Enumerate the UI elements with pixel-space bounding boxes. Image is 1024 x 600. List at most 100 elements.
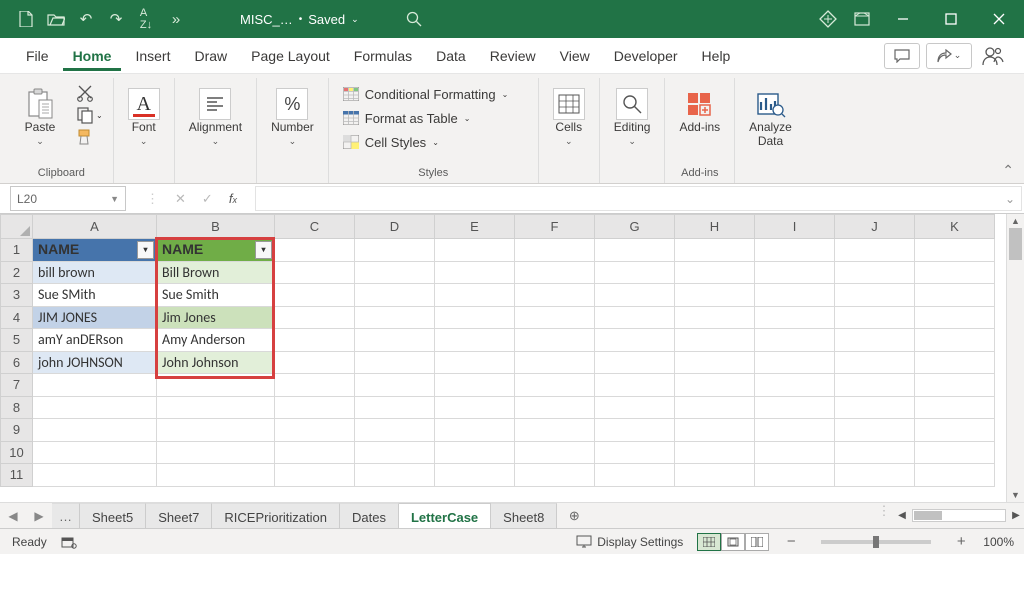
tab-review[interactable]: Review: [480, 41, 546, 71]
number-button[interactable]: % Number ⌄: [267, 84, 318, 151]
col-header-i[interactable]: I: [755, 215, 835, 239]
collapse-ribbon-icon[interactable]: ⌃: [1002, 162, 1014, 179]
cell-b3[interactable]: Sue Smith: [157, 284, 275, 307]
sheet-nav-next[interactable]: ▶: [26, 503, 52, 528]
scrollbar-thumb[interactable]: [1009, 228, 1022, 260]
cell-a2[interactable]: bill brown: [33, 261, 157, 284]
maximize-button[interactable]: [930, 3, 972, 35]
cell-a5[interactable]: amY anDERson: [33, 329, 157, 352]
row-header-3[interactable]: 3: [1, 284, 33, 307]
cell-b5[interactable]: Amy Anderson: [157, 329, 275, 352]
alignment-button[interactable]: Alignment ⌄: [185, 84, 246, 151]
horizontal-scrollbar[interactable]: [912, 509, 1006, 522]
new-file-icon[interactable]: [12, 5, 40, 33]
filter-dropdown-icon[interactable]: ▾: [255, 241, 272, 259]
col-header-b[interactable]: B: [157, 215, 275, 239]
row-header-2[interactable]: 2: [1, 261, 33, 284]
col-header-a[interactable]: A: [33, 215, 157, 239]
paste-button[interactable]: Paste ⌄: [20, 84, 60, 151]
cell-styles-button[interactable]: Cell Styles ⌄: [339, 132, 513, 152]
formula-input[interactable]: ⌄: [255, 186, 1022, 211]
cell-b4[interactable]: Jim Jones: [157, 306, 275, 329]
sort-icon[interactable]: AZ↓: [132, 5, 160, 33]
view-page-layout-button[interactable]: [721, 533, 745, 551]
more-icon[interactable]: »: [162, 5, 190, 33]
cut-icon[interactable]: [76, 84, 103, 102]
tab-help[interactable]: Help: [692, 41, 741, 71]
view-page-break-button[interactable]: [745, 533, 769, 551]
format-as-table-button[interactable]: Format as Table ⌄: [339, 108, 513, 128]
display-settings-button[interactable]: Display Settings: [576, 535, 683, 549]
cell-b6[interactable]: John Johnson: [157, 351, 275, 374]
close-button[interactable]: [978, 3, 1020, 35]
conditional-formatting-button[interactable]: Conditional Formatting ⌄: [339, 84, 513, 104]
document-title[interactable]: MISC_… • Saved ⌄: [240, 12, 359, 27]
cell-b2[interactable]: Bill Brown: [157, 261, 275, 284]
sheet-tab-sheet5[interactable]: Sheet5: [80, 503, 146, 528]
copy-icon[interactable]: ⌄: [76, 106, 103, 124]
name-box[interactable]: L20 ▼: [10, 186, 126, 211]
minimize-button[interactable]: [882, 3, 924, 35]
redo-icon[interactable]: ↷: [102, 5, 130, 33]
zoom-out-button[interactable]: −: [783, 533, 799, 550]
ribbon-mode-icon[interactable]: [848, 5, 876, 33]
row-header-6[interactable]: 6: [1, 351, 33, 374]
tab-file[interactable]: File: [16, 41, 59, 71]
format-painter-icon[interactable]: [76, 128, 103, 146]
col-header-j[interactable]: J: [835, 215, 915, 239]
sheet-tab-rice[interactable]: RICEPrioritization: [212, 503, 340, 528]
vertical-scrollbar[interactable]: ▲ ▼: [1006, 214, 1024, 502]
sheet-tab-lettercase[interactable]: LetterCase: [399, 503, 491, 528]
row-header-4[interactable]: 4: [1, 306, 33, 329]
tab-developer[interactable]: Developer: [604, 41, 688, 71]
sheet-nav-prev[interactable]: ◀: [0, 503, 26, 528]
cell-a6[interactable]: john JOHNSON: [33, 351, 157, 374]
hscroll-left-icon[interactable]: ◀: [894, 510, 910, 521]
analyze-data-button[interactable]: Analyze Data: [745, 84, 796, 152]
font-button[interactable]: A Font ⌄: [124, 84, 164, 151]
tab-draw[interactable]: Draw: [184, 41, 237, 71]
tab-home[interactable]: Home: [63, 41, 122, 71]
row-header-5[interactable]: 5: [1, 329, 33, 352]
row-header-1[interactable]: 1: [1, 239, 33, 262]
col-header-h[interactable]: H: [675, 215, 755, 239]
cell-a3[interactable]: Sue SMith: [33, 284, 157, 307]
tab-page-layout[interactable]: Page Layout: [241, 41, 340, 71]
macro-record-icon[interactable]: [61, 535, 77, 549]
view-normal-button[interactable]: [697, 533, 721, 551]
col-header-f[interactable]: F: [515, 215, 595, 239]
cells-button[interactable]: Cells ⌄: [549, 84, 589, 151]
comments-button[interactable]: [884, 43, 920, 69]
cell-a1[interactable]: NAME▾: [33, 239, 157, 262]
enter-formula-icon[interactable]: ✓: [202, 191, 213, 207]
col-header-g[interactable]: G: [595, 215, 675, 239]
sheet-tab-sheet7[interactable]: Sheet7: [146, 503, 212, 528]
tab-insert[interactable]: Insert: [125, 41, 180, 71]
col-header-c[interactable]: C: [275, 215, 355, 239]
hscroll-right-icon[interactable]: ▶: [1008, 510, 1024, 521]
sheet-tab-sheet8[interactable]: Sheet8: [491, 503, 557, 528]
addins-button[interactable]: Add-ins: [675, 84, 724, 138]
cell-b1[interactable]: NAME▾: [157, 239, 275, 262]
filter-dropdown-icon[interactable]: ▾: [137, 241, 154, 259]
cell-a4[interactable]: JIM JONES: [33, 306, 157, 329]
sheet-overflow[interactable]: …: [52, 503, 80, 528]
scroll-down-icon[interactable]: ▼: [1007, 488, 1024, 502]
select-all-triangle[interactable]: [1, 215, 33, 239]
account-icon[interactable]: [978, 46, 1008, 66]
cell-c1[interactable]: [275, 239, 355, 262]
zoom-level[interactable]: 100%: [983, 535, 1014, 549]
tab-formulas[interactable]: Formulas: [344, 41, 422, 71]
undo-icon[interactable]: ↶: [72, 5, 100, 33]
diamond-icon[interactable]: [814, 5, 842, 33]
col-header-e[interactable]: E: [435, 215, 515, 239]
col-header-d[interactable]: D: [355, 215, 435, 239]
tab-data[interactable]: Data: [426, 41, 476, 71]
cancel-formula-icon[interactable]: ✕: [175, 191, 186, 207]
open-file-icon[interactable]: [42, 5, 70, 33]
expand-formula-icon[interactable]: ⌄: [1005, 192, 1015, 206]
zoom-in-button[interactable]: +: [953, 533, 969, 550]
zoom-slider[interactable]: [821, 540, 931, 544]
scroll-up-icon[interactable]: ▲: [1007, 214, 1024, 228]
share-button[interactable]: ⌄: [926, 43, 972, 69]
